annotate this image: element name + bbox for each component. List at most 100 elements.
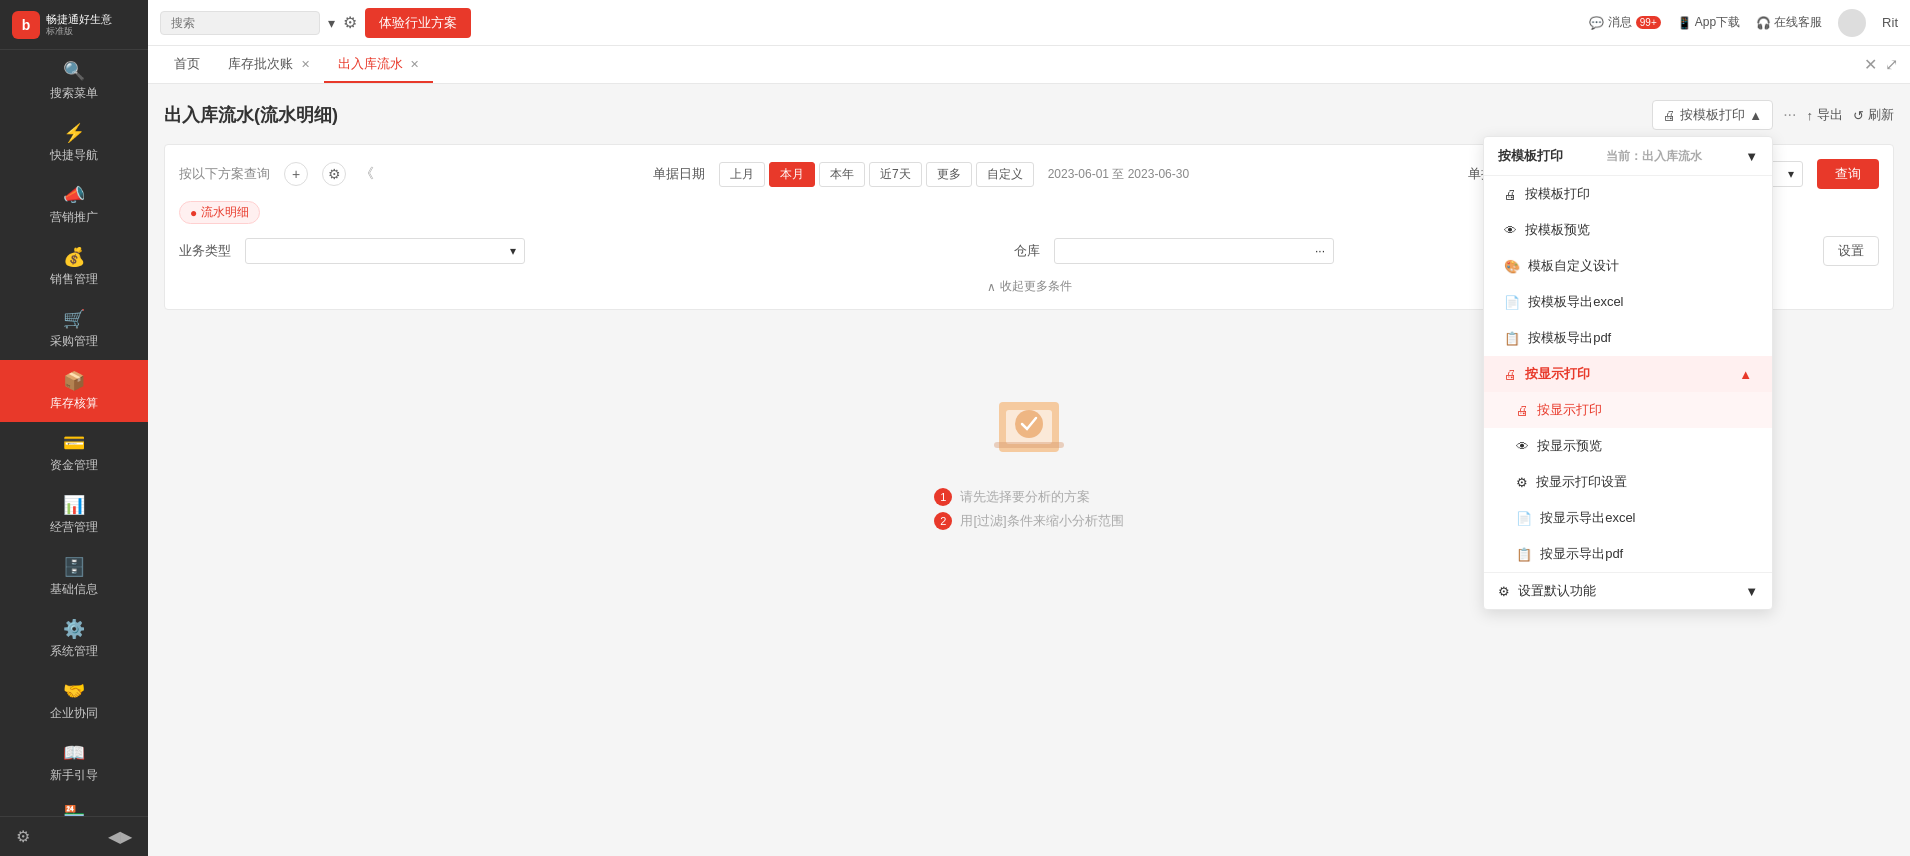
search-input[interactable] xyxy=(160,11,320,35)
content-area: 出入库流水(流水明细) 🖨 按模板打印 ▲ 按模板打印 当前：出入库流水 ▼ xyxy=(148,84,1910,856)
filter-add-btn[interactable]: + xyxy=(284,162,308,186)
sidebar-item-basic[interactable]: 🗄️ 基础信息 xyxy=(0,546,148,608)
tab-batch[interactable]: 库存批次账 ✕ xyxy=(214,47,324,83)
dropdown-collapse-icon[interactable]: ▼ xyxy=(1745,149,1758,164)
dropdown-display-settings[interactable]: ⚙ 按显示打印设置 xyxy=(1484,464,1772,500)
tabs-close-icon[interactable]: ✕ xyxy=(1864,55,1877,74)
more-actions-icon[interactable]: ··· xyxy=(1783,106,1796,124)
dropdown-template-excel[interactable]: 📄 按模板导出excel xyxy=(1484,284,1772,320)
template-pdf-icon: 📋 xyxy=(1504,331,1520,346)
sidebar-item-finance[interactable]: 💳 资金管理 xyxy=(0,422,148,484)
refresh-btn[interactable]: ↺ 刷新 xyxy=(1853,106,1894,124)
query-btn[interactable]: 查询 xyxy=(1817,159,1879,189)
dropdown-footer[interactable]: ⚙ 设置默认功能 ▼ xyxy=(1484,572,1772,609)
date-btn-last7[interactable]: 近7天 xyxy=(869,162,922,187)
biz-type-dropdown-icon: ▾ xyxy=(510,244,516,258)
warehouse-select[interactable]: ··· xyxy=(1054,238,1334,264)
date-btn-custom[interactable]: 自定义 xyxy=(976,162,1034,187)
dropdown-template-pdf[interactable]: 📋 按模板导出pdf xyxy=(1484,320,1772,356)
page-actions: 🖨 按模板打印 ▲ 按模板打印 当前：出入库流水 ▼ 🖨 按 xyxy=(1652,100,1894,130)
logo-text: 畅捷通好生意 标准版 xyxy=(46,12,112,38)
sidebar-item-purchase[interactable]: 🛒 采购管理 xyxy=(0,298,148,360)
sidebar-item-operation[interactable]: 📊 经营管理 xyxy=(0,484,148,546)
message-badge: 99+ xyxy=(1636,16,1661,29)
user-avatar[interactable] xyxy=(1838,9,1866,37)
display-section-header[interactable]: 🖨 按显示打印 ▲ xyxy=(1484,356,1772,392)
tabs-expand-icon[interactable]: ⤢ xyxy=(1885,55,1898,74)
online-service-btn[interactable]: 🎧 在线客服 xyxy=(1756,14,1822,31)
app-download-btn[interactable]: 📱 App下载 xyxy=(1677,14,1740,31)
printer-icon: 🖨 xyxy=(1663,108,1676,123)
user-name: Rit xyxy=(1882,15,1898,30)
bill-type-dropdown-icon: ▾ xyxy=(1788,167,1794,181)
sidebar-item-appstore[interactable]: 🏪 应用中心 xyxy=(0,794,148,816)
hint-item-2: 2 用[过滤]条件来缩小分析范围 xyxy=(934,512,1123,530)
dropdown-display-pdf[interactable]: 📋 按显示导出pdf xyxy=(1484,536,1772,572)
sidebar-item-shortcut[interactable]: ⚡ 快捷导航 xyxy=(0,112,148,174)
date-btn-more[interactable]: 更多 xyxy=(926,162,972,187)
dropdown-header: 按模板打印 当前：出入库流水 ▼ xyxy=(1484,137,1772,176)
tab-home[interactable]: 首页 xyxy=(160,47,214,83)
template-print-btn[interactable]: 🖨 按模板打印 ▲ xyxy=(1652,100,1773,130)
purchase-icon: 🛒 xyxy=(63,308,85,330)
system-icon: ⚙️ xyxy=(63,618,85,640)
message-icon: 💬 xyxy=(1589,16,1604,30)
topbar-right: 💬 消息 99+ 📱 App下载 🎧 在线客服 Rit xyxy=(1589,9,1898,37)
dropdown-arrow-icon[interactable]: ▾ xyxy=(328,15,335,31)
sidebar-item-marketing[interactable]: 📣 营销推广 xyxy=(0,174,148,236)
filter-setting-btn[interactable]: ⚙ xyxy=(322,162,346,186)
search-icon: 🔍 xyxy=(63,60,85,82)
dropdown-template-custom[interactable]: 🎨 模板自定义设计 xyxy=(1484,248,1772,284)
dropdown-template-preview[interactable]: 👁 按模板预览 xyxy=(1484,212,1772,248)
template-print-item-icon: 🖨 xyxy=(1504,187,1517,202)
print-dropdown-panel: 按模板打印 当前：出入库流水 ▼ 🖨 按模板打印 👁 按模板预览 xyxy=(1483,136,1773,610)
dropdown-display-excel[interactable]: 📄 按显示导出excel xyxy=(1484,500,1772,536)
sidebar-collapse-icon[interactable]: ◀▶ xyxy=(108,827,132,846)
settings-btn[interactable]: 设置 xyxy=(1823,236,1879,266)
tab-batch-close-icon[interactable]: ✕ xyxy=(301,58,310,70)
date-btn-last-month[interactable]: 上月 xyxy=(719,162,765,187)
sidebar-item-enterprise[interactable]: 🤝 企业协同 xyxy=(0,670,148,732)
sidebar-settings-icon[interactable]: ⚙ xyxy=(16,827,30,846)
sidebar-item-guide[interactable]: 📖 新手引导 xyxy=(0,732,148,794)
tabs-maximize: ✕ ⤢ xyxy=(1864,55,1898,74)
finance-icon: 💳 xyxy=(63,432,85,454)
dropdown-display-preview[interactable]: 👁 按显示预览 xyxy=(1484,428,1772,464)
template-custom-icon: 🎨 xyxy=(1504,259,1520,274)
tab-flow[interactable]: 出入库流水 ✕ xyxy=(324,47,434,83)
sidebar-item-search[interactable]: 🔍 搜索菜单 xyxy=(0,50,148,112)
date-btn-this-month[interactable]: 本月 xyxy=(769,162,815,187)
biz-type-select[interactable]: ▾ xyxy=(245,238,525,264)
filter-collapse-btn[interactable]: 《 xyxy=(360,165,374,183)
sidebar-scroll: 🔍 搜索菜单 ⚡ 快捷导航 📣 营销推广 💰 销售管理 🛒 采购管理 📦 库存核… xyxy=(0,50,148,816)
inventory-icon: 📦 xyxy=(63,370,85,392)
operation-icon: 📊 xyxy=(63,494,85,516)
tag-icon: ● xyxy=(190,206,197,220)
guide-icon: 📖 xyxy=(63,742,85,764)
display-pdf-icon: 📋 xyxy=(1516,547,1532,562)
dropdown-template-print[interactable]: 🖨 按模板打印 xyxy=(1484,176,1772,212)
message-btn[interactable]: 💬 消息 99+ xyxy=(1589,14,1661,31)
topbar: ▾ ⚙ 体验行业方案 💬 消息 99+ 📱 App下载 🎧 在线客服 Rit xyxy=(148,0,1910,46)
industry-btn[interactable]: 体验行业方案 xyxy=(365,8,471,38)
display-excel-icon: 📄 xyxy=(1516,511,1532,526)
warehouse-label: 仓库 xyxy=(1014,242,1040,260)
chevron-up-icon: ∧ xyxy=(987,280,996,294)
tab-flow-close-icon[interactable]: ✕ xyxy=(410,58,419,70)
dropdown-display-print[interactable]: 🖨 按显示打印 xyxy=(1484,392,1772,428)
logo-icon: b xyxy=(12,11,40,39)
sidebar-bottom: ⚙ ◀▶ xyxy=(0,816,148,856)
template-preview-icon: 👁 xyxy=(1504,223,1517,238)
export-btn[interactable]: ↑ 导出 xyxy=(1807,106,1844,124)
svg-rect-3 xyxy=(994,442,1064,448)
sidebar-item-sales[interactable]: 💰 销售管理 xyxy=(0,236,148,298)
sidebar-item-system[interactable]: ⚙️ 系统管理 xyxy=(0,608,148,670)
warehouse-more-icon: ··· xyxy=(1315,244,1325,258)
display-print-icon: 🖨 xyxy=(1516,403,1529,418)
topbar-gear-icon[interactable]: ⚙ xyxy=(343,13,357,32)
sidebar-item-inventory[interactable]: 📦 库存核算 xyxy=(0,360,148,422)
page-header: 出入库流水(流水明细) 🖨 按模板打印 ▲ 按模板打印 当前：出入库流水 ▼ xyxy=(164,100,1894,130)
date-btn-this-year[interactable]: 本年 xyxy=(819,162,865,187)
empty-illustration xyxy=(984,382,1074,472)
empty-hints: 1 请先选择要分析的方案 2 用[过滤]条件来缩小分析范围 xyxy=(934,488,1123,530)
